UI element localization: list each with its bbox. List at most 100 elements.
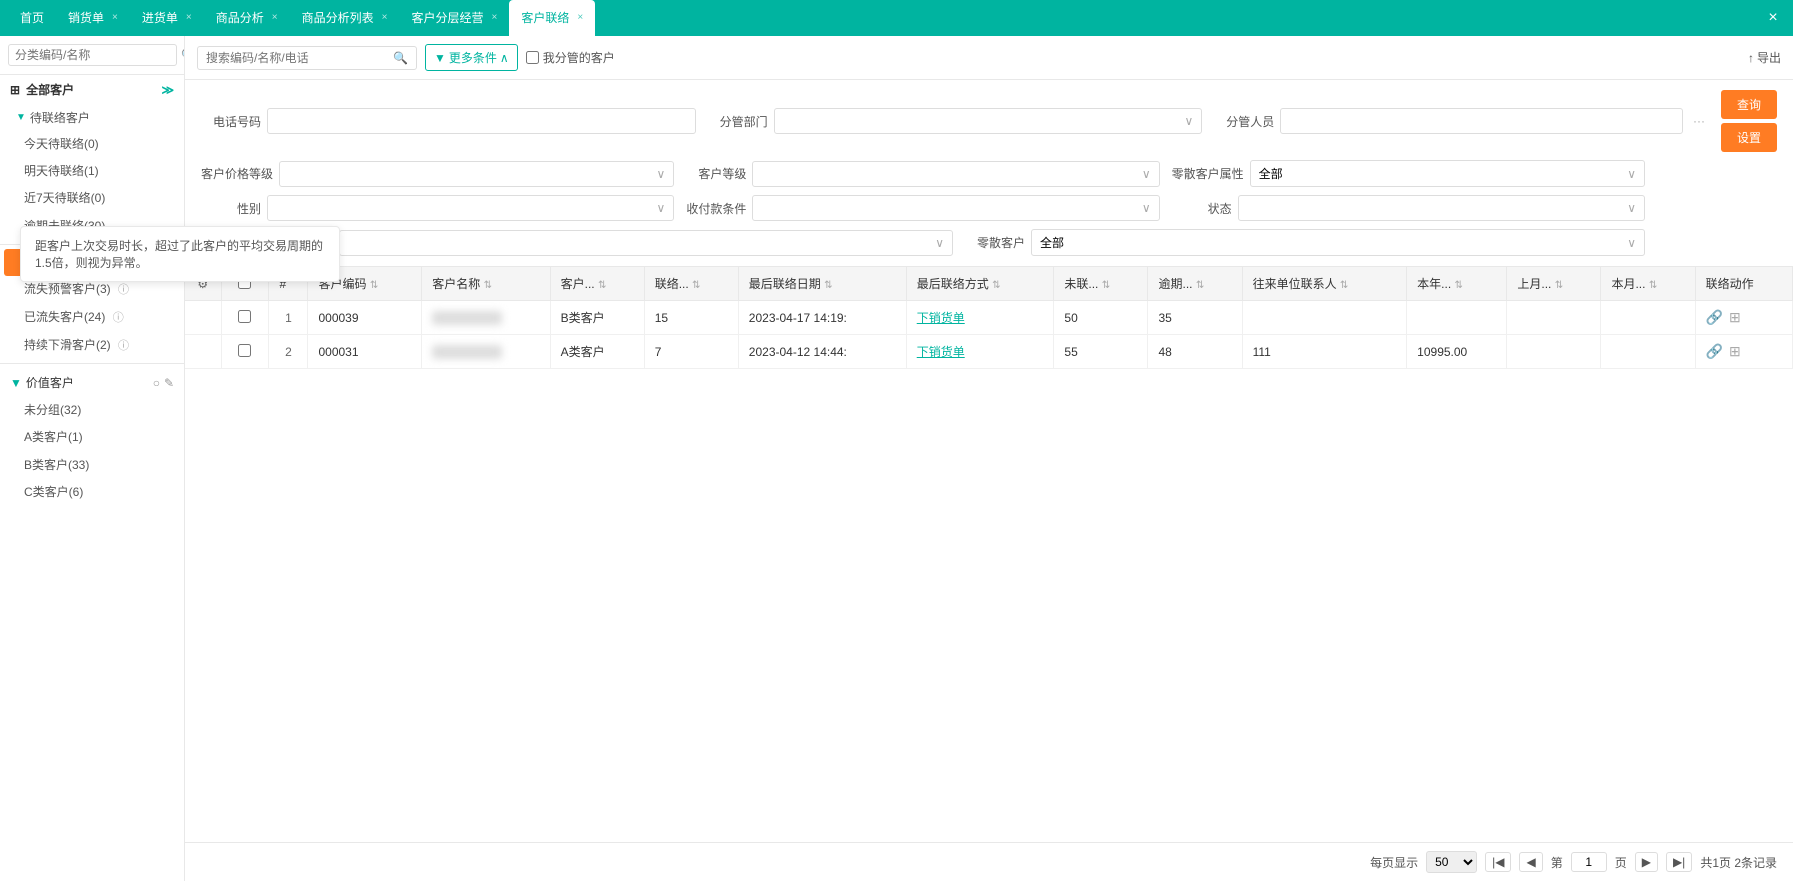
all-customers-header: ⊞ 全部客户 ≫ — [0, 75, 184, 104]
row-not-contact: 55 — [1054, 335, 1148, 369]
row-last-contact-method[interactable]: 下销货单 — [906, 335, 1054, 369]
row-contact: 7 — [644, 335, 738, 369]
nav-product-analysis[interactable]: 商品分析 × — [204, 0, 290, 36]
main-search-input[interactable] — [206, 51, 389, 65]
sidebar-item-tomorrow[interactable]: 明天待联络(1) — [0, 158, 184, 185]
row-unit-contact: 111 — [1242, 335, 1407, 369]
sidebar-item-declining[interactable]: 持续下滑客户(2) ⓘ — [0, 332, 184, 360]
row-type: B类客户 — [550, 301, 644, 335]
row-last-contact-date: 2023-04-12 14:44: — [738, 335, 906, 369]
row-this-year: 10995.00 — [1407, 335, 1507, 369]
prev-page-button[interactable]: ◀ — [1519, 852, 1542, 872]
qr-icon[interactable]: ⊞ — [1729, 309, 1741, 326]
more-options-icon[interactable]: ··· — [1689, 114, 1709, 128]
sidebar-item-ungrouped[interactable]: 未分组(32) — [0, 397, 184, 424]
collapse-arrow-icon[interactable]: ≫ — [161, 83, 174, 97]
info-icon: ⓘ — [113, 312, 124, 324]
table-row: 2 000031 A类客户 7 2023-04-12 14:44: 下销货单 5… — [185, 335, 1793, 369]
more-filters-button[interactable]: ▼ 更多条件 ∧ — [425, 44, 518, 71]
dept-input[interactable]: ∨ — [774, 108, 1203, 134]
phone-input[interactable] — [267, 108, 696, 134]
link-icon[interactable]: 🔗 — [1706, 309, 1723, 326]
name-column-header[interactable]: 客户名称 ⇅ — [422, 267, 550, 301]
close-icon[interactable]: × — [382, 0, 388, 36]
close-icon[interactable]: × — [112, 0, 118, 36]
last-month-header[interactable]: 上月... ⇅ — [1507, 267, 1601, 301]
query-button[interactable]: 查询 — [1721, 90, 1777, 119]
sidebar-item-lost[interactable]: 已流失客户(24) ⓘ — [0, 304, 184, 332]
price-grade-input[interactable]: ∨ — [279, 161, 674, 187]
contact-column-header[interactable]: 联络... ⇅ — [644, 267, 738, 301]
my-customers-checkbox-label[interactable]: 我分管的客户 — [526, 49, 615, 66]
sidebar-item-class-b[interactable]: B类客户(33) — [0, 452, 184, 479]
last-contact-date-header[interactable]: 最后联络日期 ⇅ — [738, 267, 906, 301]
triangle-down-icon: ▼ — [10, 376, 22, 390]
customer-type-input[interactable]: ∨ — [339, 230, 953, 256]
settings-icon[interactable]: ✎ — [164, 376, 174, 390]
filter-icon: ▼ — [434, 51, 446, 65]
row-overdue: 48 — [1148, 335, 1242, 369]
gender-input[interactable]: ∨ — [267, 195, 674, 221]
this-month-header[interactable]: 本月... ⇅ — [1601, 267, 1695, 301]
sidebar-item-today[interactable]: 今天待联络(0) — [0, 131, 184, 158]
sidebar: 🔍 ⊞ 全部客户 ≫ ▼ 待联络客户 今天待联络(0) 明天待联络(1) 近7天… — [0, 36, 185, 881]
row-num: 1 — [269, 301, 308, 335]
nav-sales-order[interactable]: 销货单 × — [56, 0, 130, 36]
nav-customer-contact[interactable]: 客户联络 × — [509, 0, 595, 36]
close-icon[interactable]: × — [577, 0, 583, 36]
qr-icon[interactable]: ⊞ — [1729, 343, 1741, 360]
row-gear[interactable] — [185, 301, 221, 335]
nav-home[interactable]: 首页 — [8, 0, 56, 36]
sidebar-item-7days[interactable]: 近7天待联络(0) — [0, 185, 184, 212]
close-icon[interactable]: × — [491, 0, 497, 36]
settings-button[interactable]: 设置 — [1721, 123, 1777, 152]
content-area: 🔍 ▼ 更多条件 ∧ 我分管的客户 ↑ 导出 电话号码 — [185, 36, 1793, 881]
customer-grade-input[interactable]: ∨ — [752, 161, 1159, 187]
nav-purchase-order[interactable]: 进货单 × — [130, 0, 204, 36]
row-last-contact-method[interactable]: 下销货单 — [906, 301, 1054, 335]
search-icon[interactable]: 🔍 — [393, 51, 408, 65]
window-close-button[interactable]: × — [1761, 6, 1785, 30]
unit-contact-header[interactable]: 往来单位联系人 ⇅ — [1242, 267, 1407, 301]
row-checkbox[interactable] — [238, 344, 251, 357]
first-page-button[interactable]: |◀ — [1485, 852, 1511, 872]
row-this-month — [1601, 301, 1695, 335]
nav-product-analysis-list[interactable]: 商品分析列表 × — [290, 0, 400, 36]
last-contact-method-header[interactable]: 最后联络方式 ⇅ — [906, 267, 1054, 301]
retail-attr-input[interactable]: 全部 ∨ — [1250, 160, 1645, 187]
type-column-header[interactable]: 客户... ⇅ — [550, 267, 644, 301]
close-icon[interactable]: × — [186, 0, 192, 36]
export-button[interactable]: ↑ 导出 — [1748, 49, 1781, 66]
triangle-down-icon: ▼ — [16, 112, 26, 123]
overdue-header[interactable]: 逾期... ⇅ — [1148, 267, 1242, 301]
status-input[interactable]: ∨ — [1238, 195, 1645, 221]
close-icon[interactable]: × — [272, 0, 278, 36]
per-page-select[interactable]: 50 100 200 — [1426, 851, 1477, 873]
this-year-header[interactable]: 本年... ⇅ — [1407, 267, 1507, 301]
not-contact-header[interactable]: 未联... ⇅ — [1054, 267, 1148, 301]
edit-icon[interactable]: ○ — [153, 376, 160, 390]
row-code: 000039 — [308, 301, 422, 335]
data-table: ⚙ # 客户编码 ⇅ 客户名称 ⇅ 客户... ⇅ 联络... ⇅ 最后联络日期… — [185, 267, 1793, 369]
sidebar-group-pending[interactable]: ▼ 待联络客户 — [0, 104, 184, 131]
page-input[interactable] — [1571, 852, 1607, 872]
page-label: 第 — [1551, 854, 1563, 871]
nav-customer-tier[interactable]: 客户分层经营 × — [399, 0, 509, 36]
grid-icon: ⊞ — [10, 83, 20, 97]
phone-label: 电话号码 — [201, 113, 261, 130]
my-customers-checkbox[interactable] — [526, 51, 539, 64]
link-icon[interactable]: 🔗 — [1706, 343, 1723, 360]
row-checkbox-cell — [221, 335, 269, 369]
sidebar-search-input[interactable] — [8, 44, 177, 66]
payment-input[interactable]: ∨ — [752, 195, 1159, 221]
next-page-button[interactable]: ▶ — [1635, 852, 1658, 872]
info-icon: ⓘ — [118, 284, 129, 296]
filter-bar: 🔍 ▼ 更多条件 ∧ 我分管的客户 ↑ 导出 — [185, 36, 1793, 80]
last-page-button[interactable]: ▶| — [1666, 852, 1692, 872]
row-checkbox[interactable] — [238, 310, 251, 323]
sidebar-item-class-c[interactable]: C类客户(6) — [0, 479, 184, 506]
sidebar-item-class-a[interactable]: A类客户(1) — [0, 424, 184, 451]
retail-customer-input[interactable]: 全部 ∨ — [1031, 229, 1645, 256]
person-input[interactable] — [1280, 108, 1683, 134]
row-gear[interactable] — [185, 335, 221, 369]
